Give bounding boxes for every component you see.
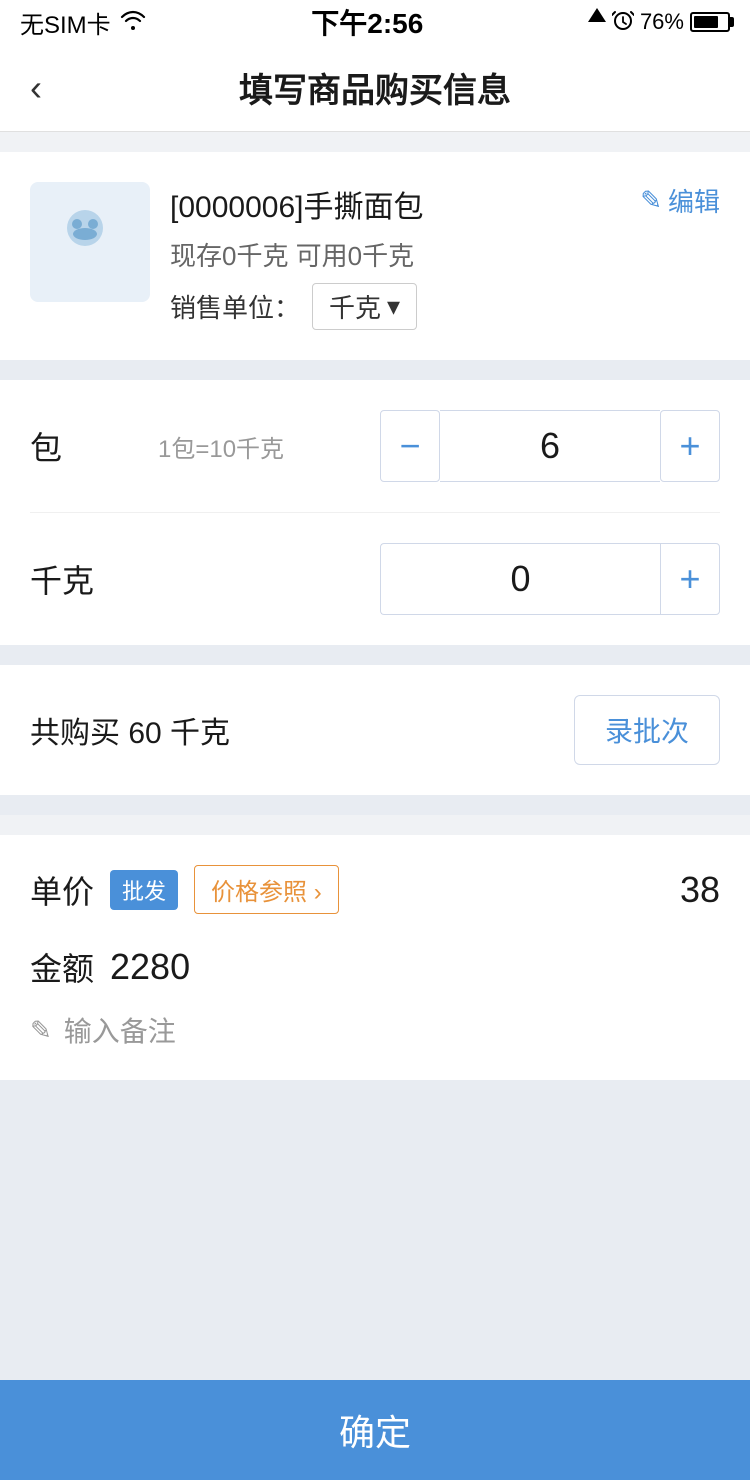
bao-label: 包 — [30, 423, 150, 469]
back-button[interactable]: ‹ — [30, 57, 52, 119]
price-row: 单价 批发 价格参照 › 38 — [30, 865, 720, 914]
remark-row[interactable]: ✎ 输入备注 — [30, 1010, 720, 1050]
confirm-button[interactable]: 确定 — [0, 1380, 750, 1480]
section-divider-2 — [0, 645, 750, 665]
status-right: 76% — [588, 8, 730, 36]
section-divider-1 — [0, 360, 750, 380]
battery-icon — [690, 12, 730, 32]
edit-button[interactable]: ✎ 编辑 — [640, 182, 720, 219]
alarm-icon — [612, 8, 634, 36]
bao-minus-button[interactable]: − — [380, 410, 440, 482]
remark-icon: ✎ — [30, 1015, 52, 1046]
amount-value: 2280 — [110, 946, 190, 988]
bao-sublabel: 1包=10千克 — [158, 429, 284, 464]
edit-label: 编辑 — [668, 182, 720, 219]
edit-icon: ✎ — [640, 185, 662, 216]
bao-plus-button[interactable]: + — [660, 410, 720, 482]
unit-select[interactable]: 千克 ▾ — [312, 283, 417, 330]
gray-background — [0, 1080, 750, 1380]
price-label: 单价 — [30, 867, 94, 913]
product-stock: 现存0千克 可用0千克 — [170, 236, 720, 273]
unit-label: 销售单位： — [170, 288, 300, 325]
kg-plus-button[interactable]: + — [660, 543, 720, 615]
status-left: 无SIM卡 — [20, 5, 147, 40]
kg-controls: + — [380, 543, 720, 615]
remark-placeholder: 输入备注 — [64, 1010, 176, 1050]
product-card: [0000006]手撕面包 现存0千克 可用0千克 销售单位： 千克 ▾ ✎ 编… — [0, 152, 750, 360]
batch-button[interactable]: 录批次 — [574, 695, 720, 765]
product-unit-row: 销售单位： 千克 ▾ — [170, 283, 720, 330]
nav-bar: ‹ 填写商品购买信息 — [0, 44, 750, 132]
kg-row: 千克 + — [30, 513, 720, 645]
summary-text: 共购买 60 千克 — [30, 708, 230, 752]
kg-quantity-input[interactable] — [380, 543, 660, 615]
price-value: 38 — [680, 869, 720, 911]
status-time: 下午2:56 — [311, 2, 423, 42]
bao-quantity-input[interactable] — [440, 410, 660, 482]
wifi-icon — [119, 8, 147, 37]
bao-controls: − + — [380, 410, 720, 482]
summary-section: 共购买 60 千克 录批次 — [0, 665, 750, 795]
location-icon — [588, 8, 606, 36]
price-tag: 批发 — [110, 870, 178, 910]
price-reference-button[interactable]: 价格参照 › — [194, 865, 339, 914]
product-logo — [55, 206, 125, 278]
product-name: [0000006]手撕面包 — [170, 182, 720, 226]
amount-row: 金额 2280 — [30, 944, 720, 990]
product-details: [0000006]手撕面包 现存0千克 可用0千克 销售单位： 千克 ▾ — [170, 182, 720, 330]
battery-percentage: 76% — [640, 9, 684, 35]
bao-row: 包 1包=10千克 − + — [30, 380, 720, 513]
status-bar: 无SIM卡 下午2:56 76% — [0, 0, 750, 44]
quantity-input-section: 包 1包=10千克 − + 千克 + — [0, 380, 750, 645]
page-title: 填写商品购买信息 — [239, 63, 511, 112]
amount-label: 金额 — [30, 944, 94, 990]
section-divider-3 — [0, 795, 750, 815]
carrier-text: 无SIM卡 — [20, 5, 111, 40]
price-section: 单价 批发 价格参照 › 38 金额 2280 ✎ 输入备注 — [0, 835, 750, 1080]
product-image — [30, 182, 150, 302]
kg-label: 千克 — [30, 556, 150, 602]
